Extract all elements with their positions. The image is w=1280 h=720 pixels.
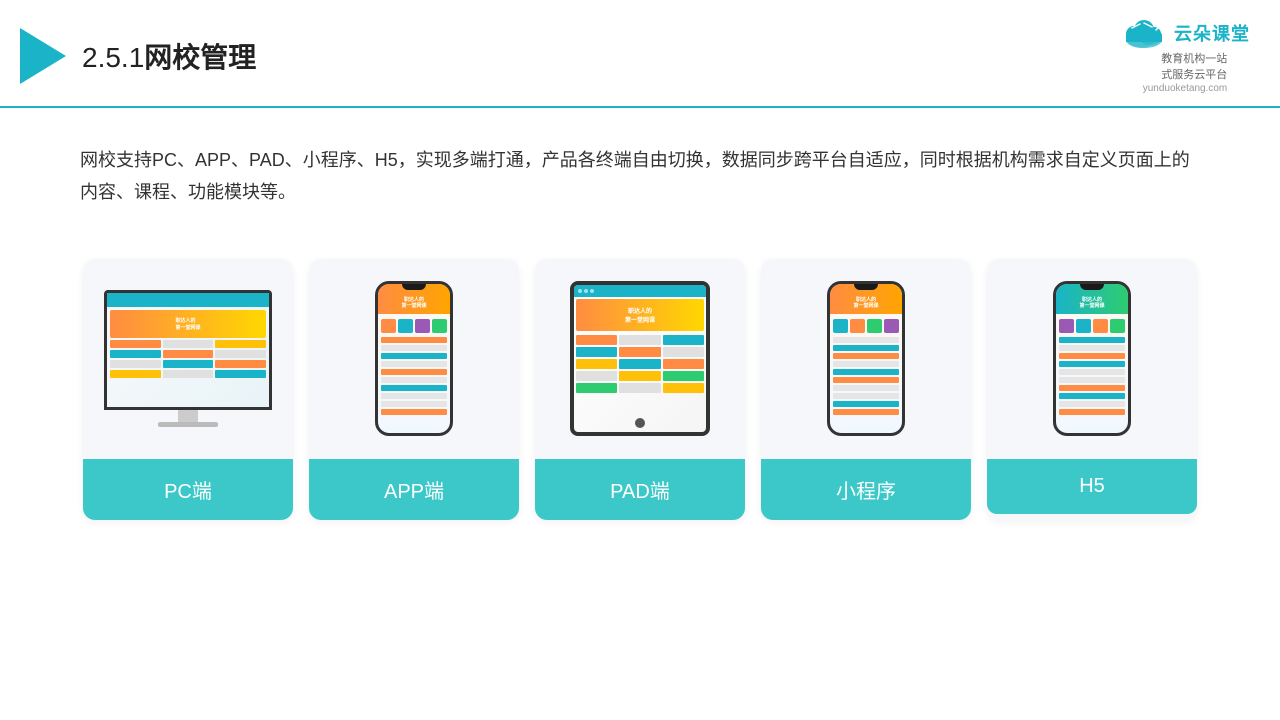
phone-h5-mockup: 职达人的第一堂网课: [1050, 281, 1135, 436]
play-icon: [20, 28, 66, 84]
card-pc: 职达人的第一堂网课: [83, 259, 293, 520]
card-pad-image: 职达人的第一堂网课: [535, 259, 745, 459]
card-miniprogram-label: 小程序: [761, 459, 971, 520]
tablet-mockup: 职达人的第一堂网课: [570, 281, 710, 436]
card-miniprogram: 职达人的第一堂网课: [761, 259, 971, 520]
pc-screen: 职达人的第一堂网课: [104, 290, 272, 410]
page-title: 2.5.1网校管理: [82, 36, 256, 76]
card-miniprogram-image: 职达人的第一堂网课: [761, 259, 971, 459]
card-h5-image: 职达人的第一堂网课: [987, 259, 1197, 459]
phone-app-mockup: 职达人的第一堂网课: [372, 281, 457, 436]
tablet-body: 职达人的第一堂网课: [570, 281, 710, 436]
card-h5-label: H5: [987, 459, 1197, 514]
card-pc-label: PC端: [83, 459, 293, 520]
phone-app-body: 职达人的第一堂网课: [375, 281, 453, 436]
phone-mini-mockup: 职达人的第一堂网课: [824, 281, 909, 436]
card-pad: 职达人的第一堂网课: [535, 259, 745, 520]
logo-area: 云朵课堂 教育机构一站式服务云平台 yunduoketang.com: [1120, 18, 1250, 94]
logo-tagline: 教育机构一站式服务云平台: [1161, 50, 1227, 82]
card-app-image: 职达人的第一堂网课: [309, 259, 519, 459]
phone-h5-body: 职达人的第一堂网课: [1053, 281, 1131, 436]
card-pad-label: PAD端: [535, 459, 745, 520]
card-h5: 职达人的第一堂网课: [987, 259, 1197, 520]
logo-text: 云朵课堂: [1174, 20, 1250, 46]
logo-url: yunduoketang.com: [1143, 83, 1228, 94]
card-app-label: APP端: [309, 459, 519, 520]
logo-cloud: 云朵课堂: [1120, 18, 1250, 48]
page-header: 2.5.1网校管理 云朵课堂 教育机构一站式服务云平台 yunduoke: [0, 0, 1280, 108]
header-left: 2.5.1网校管理: [20, 28, 256, 84]
phone-mini-body: 职达人的第一堂网课: [827, 281, 905, 436]
description-text: 网校支持PC、APP、PAD、小程序、H5，实现多端打通，产品各终端自由切换，数…: [0, 108, 1280, 229]
cloud-logo-icon: [1120, 18, 1168, 48]
platform-cards: 职达人的第一堂网课: [0, 239, 1280, 540]
pc-mockup: 职达人的第一堂网课: [98, 290, 278, 427]
card-pc-image: 职达人的第一堂网课: [83, 259, 293, 459]
card-app: 职达人的第一堂网课: [309, 259, 519, 520]
